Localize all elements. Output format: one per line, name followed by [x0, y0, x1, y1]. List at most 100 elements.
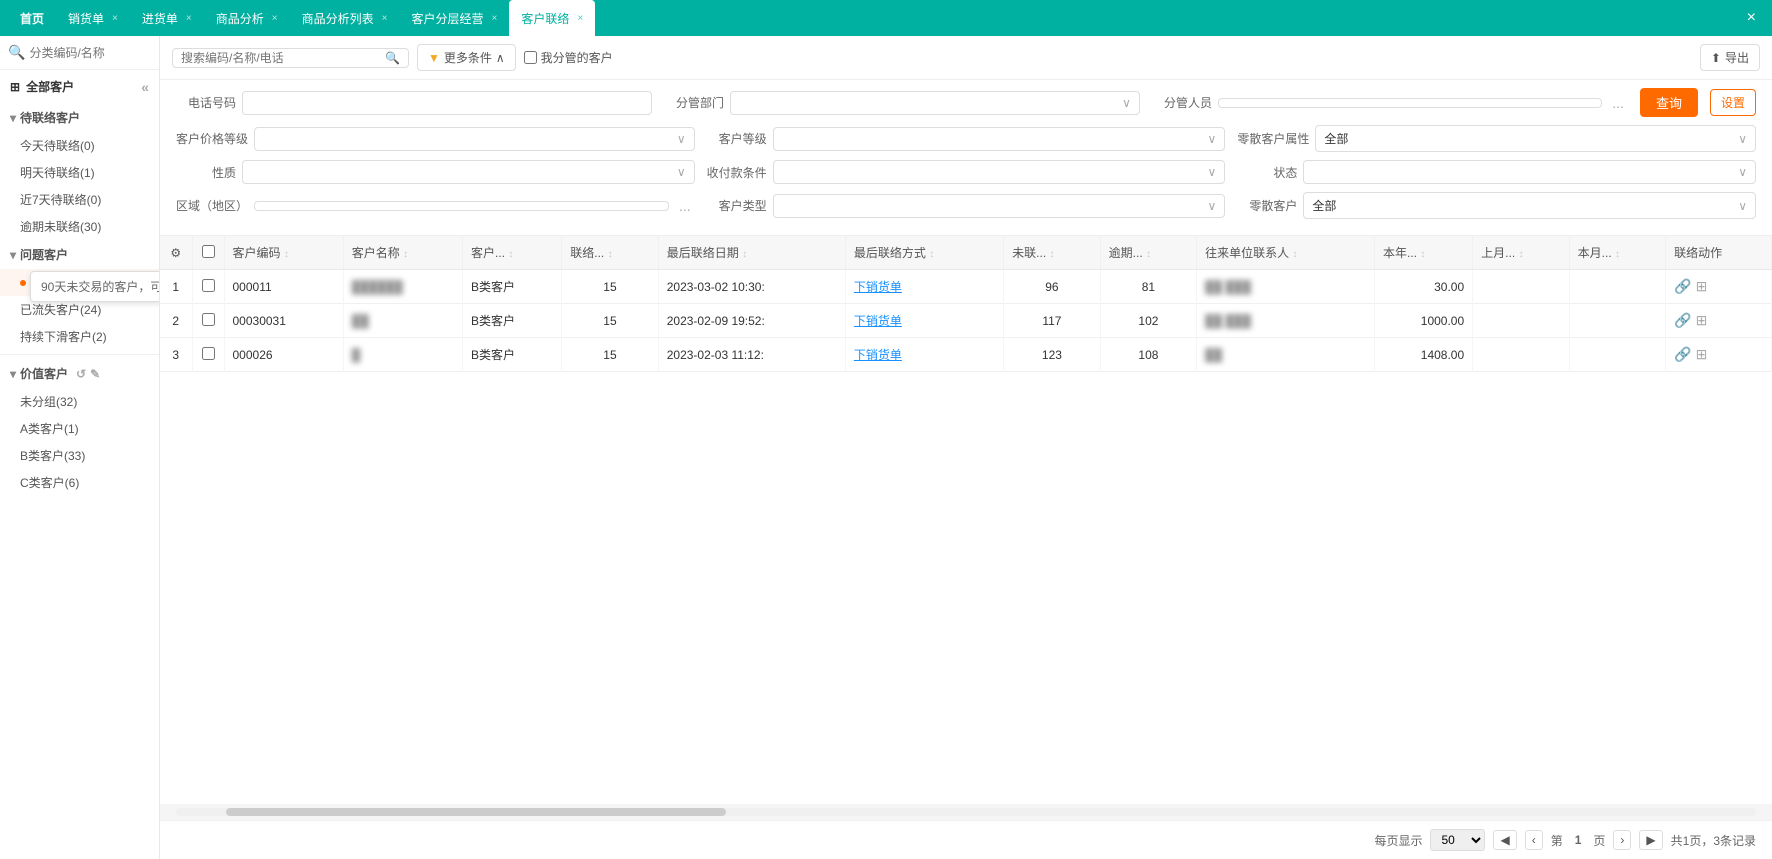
action-grid-icon-1[interactable]: ⊞	[1696, 278, 1708, 295]
td-name-1: ██████	[343, 270, 462, 304]
sidebar-item-today[interactable]: 今天待联络(0)	[0, 132, 159, 159]
price-grade-select[interactable]: ∨	[254, 127, 695, 151]
sidebar-all-customers[interactable]: ⊞ 全部客户 «	[0, 70, 159, 103]
close-analysis-list-icon[interactable]: ×	[382, 13, 388, 24]
td-checkbox-3[interactable]	[192, 338, 224, 372]
close-purchase-icon[interactable]: ×	[186, 13, 192, 24]
contact-type-link-2[interactable]: 下销货单	[854, 314, 902, 328]
per-page-select[interactable]: 50 100 200	[1430, 829, 1485, 851]
settings-button[interactable]: 设置	[1710, 89, 1756, 116]
query-button[interactable]: 查询	[1640, 88, 1698, 117]
nav-tab-home[interactable]: 首页	[8, 0, 56, 36]
export-button[interactable]: ⬆ 导出	[1700, 44, 1760, 71]
action-grid-icon-2[interactable]: ⊞	[1696, 312, 1708, 329]
edit-icon[interactable]: ✎	[90, 367, 100, 381]
td-type-3[interactable]: 下销货单	[845, 338, 1003, 372]
td-type-2[interactable]: 下销货单	[845, 304, 1003, 338]
payment-chevron-icon: ∨	[1208, 165, 1217, 179]
property-select[interactable]: ∨	[242, 160, 695, 184]
sidebar-item-class-c[interactable]: C类客户(6)	[0, 469, 159, 496]
next-page-button[interactable]: ›	[1613, 830, 1631, 850]
th-settings[interactable]: ⚙	[160, 236, 192, 270]
zero-grade-select[interactable]: 全部 ∨	[1315, 125, 1756, 152]
customer-type-label: 客户类型	[707, 197, 767, 214]
row-checkbox-1[interactable]	[202, 279, 215, 292]
more-conditions-button[interactable]: ▼ 更多条件 ∧	[417, 44, 516, 71]
area-select[interactable]	[254, 201, 669, 211]
td-checkbox-2[interactable]	[192, 304, 224, 338]
more-conditions-label: 更多条件	[444, 49, 492, 66]
th-last-contact-type[interactable]: 最后联络方式	[845, 236, 1003, 270]
filter-row-1: 电话号码 分管部门 ∨ 分管人员 ... 查询	[176, 88, 1756, 117]
nav-tab-analysis[interactable]: 商品分析 ×	[204, 0, 290, 36]
last-page-button[interactable]: ▶	[1639, 830, 1662, 850]
main-search-input[interactable]	[181, 51, 381, 65]
section-pending-contact[interactable]: ▾ 待联络客户	[0, 103, 159, 132]
close-customer-layer-icon[interactable]: ×	[491, 13, 497, 24]
contact-type-link-3[interactable]: 下销货单	[854, 348, 902, 362]
td-checkbox-1[interactable]	[192, 270, 224, 304]
sidebar-item-7days[interactable]: 近7天待联络(0)	[0, 186, 159, 213]
close-analysis-icon[interactable]: ×	[272, 13, 278, 24]
sidebar-item-overdue[interactable]: 逾期未联络(30)	[0, 213, 159, 240]
th-code[interactable]: 客户编码	[224, 236, 343, 270]
nav-tab-customer-layer[interactable]: 客户分层经营 ×	[399, 0, 509, 36]
action-link-icon-3[interactable]: 🔗	[1674, 346, 1691, 363]
contact-type-link-1[interactable]: 下销货单	[854, 280, 902, 294]
sidebar-item-tomorrow[interactable]: 明天待联络(1)	[0, 159, 159, 186]
main-search-icon[interactable]: 🔍	[385, 51, 400, 65]
row-checkbox-3[interactable]	[202, 347, 215, 360]
th-contacts[interactable]: 联络...	[562, 236, 659, 270]
zero-customer-select[interactable]: 全部 ∨	[1303, 192, 1756, 219]
th-overdue[interactable]: 逾期...	[1100, 236, 1197, 270]
nav-tab-analysis-list[interactable]: 商品分析列表 ×	[290, 0, 400, 36]
prev-page-button[interactable]: ‹	[1525, 830, 1543, 850]
th-checkbox[interactable]	[192, 236, 224, 270]
payment-select[interactable]: ∨	[773, 160, 1226, 184]
sidebar-item-class-b[interactable]: B类客户(33)	[0, 442, 159, 469]
section-value-customers[interactable]: ▾ 价值客户 ↺ ✎	[0, 359, 159, 388]
collapse-icon[interactable]: «	[141, 79, 149, 95]
sidebar-item-declining[interactable]: 持续下滑客户(2)	[0, 323, 159, 350]
select-all-checkbox[interactable]	[202, 245, 215, 258]
sidebar-search-input[interactable]	[29, 46, 160, 60]
th-this-year[interactable]: 本年...	[1374, 236, 1472, 270]
nav-tab-sales[interactable]: 销货单 ×	[56, 0, 130, 36]
close-customer-contact-icon[interactable]: ×	[577, 13, 583, 24]
content-area: 🔍 ▼ 更多条件 ∧ 我分管的客户 ⬆ 导出 电话号码	[160, 36, 1772, 859]
my-customers-checkbox[interactable]	[524, 51, 537, 64]
nav-tab-customer-contact[interactable]: 客户联络 ×	[509, 0, 595, 36]
sidebar-item-class-a[interactable]: A类客户(1)	[0, 415, 159, 442]
nav-tab-purchase[interactable]: 进货单 ×	[130, 0, 204, 36]
phone-input[interactable]	[242, 91, 652, 115]
close-sales-icon[interactable]: ×	[112, 13, 118, 24]
action-grid-icon-3[interactable]: ⊞	[1696, 346, 1708, 363]
my-customers-check[interactable]: 我分管的客户	[524, 49, 613, 66]
refresh-icon[interactable]: ↺	[76, 367, 86, 381]
action-link-icon-1[interactable]: 🔗	[1674, 278, 1691, 295]
th-last-contact-date[interactable]: 最后联络日期	[658, 236, 845, 270]
staff-dots[interactable]: ...	[1608, 95, 1628, 111]
th-last-month[interactable]: 上月...	[1473, 236, 1570, 270]
customer-grade-select[interactable]: ∨	[773, 127, 1226, 151]
close-all-button[interactable]: ×	[1739, 9, 1764, 27]
customer-type-select[interactable]: ∨	[773, 194, 1226, 218]
sidebar-item-ungrouped[interactable]: 未分组(32)	[0, 388, 159, 415]
pagination-bar: 每页显示 50 100 200 ◀ ‹ 第 1 页 › ▶ 共1页，3条记录	[160, 820, 1772, 859]
th-this-month[interactable]: 本月...	[1569, 236, 1666, 270]
section-problem-customers[interactable]: ▾ 问题客户	[0, 240, 159, 269]
status-select[interactable]: ∨	[1303, 160, 1756, 184]
first-page-button[interactable]: ◀	[1493, 830, 1516, 850]
th-name[interactable]: 客户名称	[343, 236, 462, 270]
staff-select[interactable]	[1218, 98, 1602, 108]
action-link-icon-2[interactable]: 🔗	[1674, 312, 1691, 329]
dept-select[interactable]: ∨	[730, 91, 1140, 115]
area-dots[interactable]: ...	[675, 198, 695, 214]
th-grade[interactable]: 客户...	[463, 236, 562, 270]
scrollbar-thumb[interactable]	[226, 808, 726, 816]
td-type-1[interactable]: 下销货单	[845, 270, 1003, 304]
th-unit-contact[interactable]: 往来单位联系人	[1197, 236, 1375, 270]
row-checkbox-2[interactable]	[202, 313, 215, 326]
th-not-contacted[interactable]: 未联...	[1004, 236, 1101, 270]
horizontal-scrollbar[interactable]	[176, 808, 1756, 816]
